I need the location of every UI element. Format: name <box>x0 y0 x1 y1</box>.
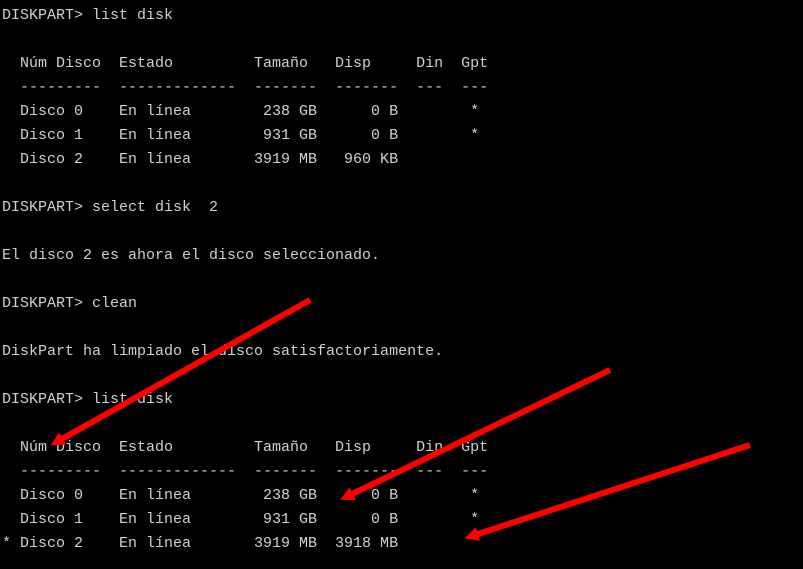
disk-row-1b: Disco 1 En línea 931 GB 0 B * <box>2 511 479 528</box>
command-list-disk-2: list disk <box>92 391 173 408</box>
disk-row-0b: Disco 0 En línea 238 GB 0 B * <box>2 487 479 504</box>
prompt: DISKPART> <box>2 295 83 312</box>
disk-table-divider-2: --------- ------------- ------- ------- … <box>2 463 488 480</box>
msg-cleaned: DiskPart ha limpiado el disco satisfacto… <box>2 343 443 360</box>
prompt: DISKPART> <box>2 391 83 408</box>
terminal-output: DISKPART> list disk Núm Disco Estado Tam… <box>0 0 803 569</box>
prompt: DISKPART> <box>2 7 83 24</box>
disk-row-1a: Disco 1 En línea 931 GB 0 B * <box>2 127 479 144</box>
command-clean: clean <box>92 295 137 312</box>
disk-table-header-2: Núm Disco Estado Tamaño Disp Din Gpt <box>2 439 488 456</box>
disk-table-header-1: Núm Disco Estado Tamaño Disp Din Gpt <box>2 55 488 72</box>
msg-disk-selected: El disco 2 es ahora el disco seleccionad… <box>2 247 380 264</box>
disk-row-0a: Disco 0 En línea 238 GB 0 B * <box>2 103 479 120</box>
disk-table-divider-1: --------- ------------- ------- ------- … <box>2 79 488 96</box>
disk-row-2a: Disco 2 En línea 3919 MB 960 KB <box>2 151 398 168</box>
disk-row-2b: * Disco 2 En línea 3919 MB 3918 MB <box>2 535 398 552</box>
prompt: DISKPART> <box>2 199 83 216</box>
command-select-disk: select disk 2 <box>92 199 218 216</box>
command-list-disk-1: list disk <box>92 7 173 24</box>
